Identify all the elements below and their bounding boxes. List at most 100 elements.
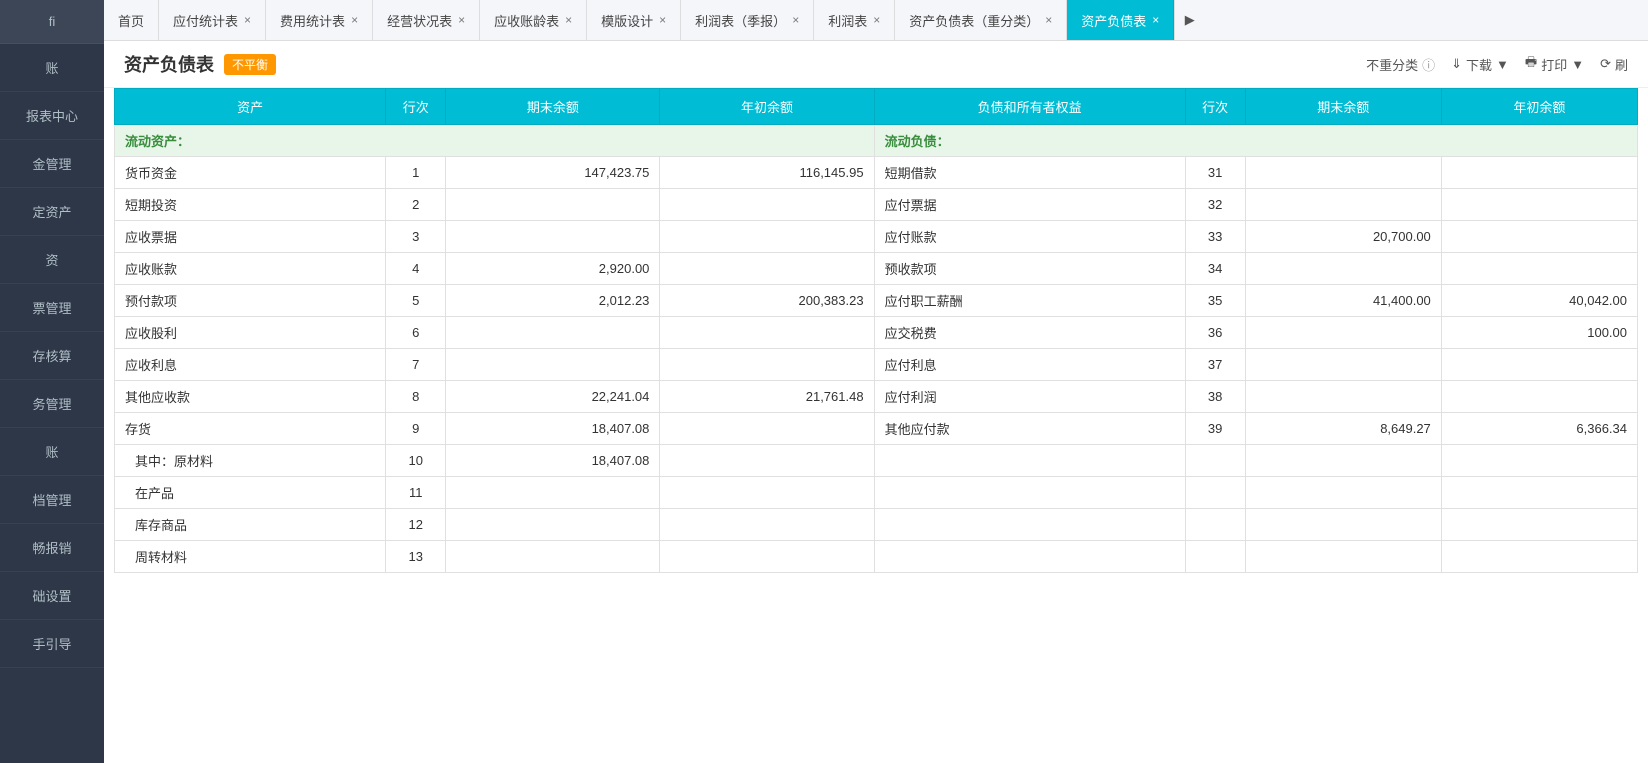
close-tab-balance[interactable]: × [1152, 13, 1159, 27]
row-number: 5 [386, 285, 446, 317]
end-balance: 147,423.75 [446, 157, 660, 189]
asset-name: 货币资金 [115, 157, 386, 189]
end-balance2 [1245, 541, 1441, 573]
close-tab-operations[interactable]: × [458, 13, 465, 27]
refresh-button[interactable]: ⟳ 刷 [1600, 55, 1628, 74]
table-row[interactable]: 短期投资 2 应付票据 32 [115, 189, 1638, 221]
table-row[interactable]: 其中：原材料 10 18,407.08 [115, 445, 1638, 477]
download-button[interactable]: ⇓ 下载 ▼ [1451, 55, 1509, 74]
table-row[interactable]: 库存商品 12 [115, 509, 1638, 541]
sidebar-item-guide[interactable]: 手引导 [0, 620, 104, 668]
balance-sheet-table: 资产 行次 期末余额 年初余额 负债和所有者权益 行次 期末余额 年初余额 流动… [114, 88, 1638, 573]
year-start-balance2 [1441, 541, 1637, 573]
end-balance2 [1245, 253, 1441, 285]
print-button[interactable]: 🖶 打印 ▼ [1525, 53, 1584, 75]
end-balance [446, 477, 660, 509]
table-row[interactable]: 应收票据 3 应付账款 33 20,700.00 [115, 221, 1638, 253]
col-end-balance: 期末余额 [446, 89, 660, 125]
year-start-balance2 [1441, 381, 1637, 413]
sidebar-item-fixed-assets[interactable]: 定资产 [0, 188, 104, 236]
tab-profit[interactable]: 利润表 × [814, 0, 895, 40]
table-row[interactable]: 存货 9 18,407.08 其他应付款 39 8,649.27 6,366.3… [115, 413, 1638, 445]
end-balance2: 41,400.00 [1245, 285, 1441, 317]
table-row[interactable]: 应收股利 6 应交税费 36 100.00 [115, 317, 1638, 349]
table-row[interactable]: 周转材料 13 [115, 541, 1638, 573]
year-start-balance2: 100.00 [1441, 317, 1637, 349]
table-row[interactable]: 其他应收款 8 22,241.04 21,761.48 应付利润 38 [115, 381, 1638, 413]
end-balance2 [1245, 381, 1441, 413]
row-number: 13 [386, 541, 446, 573]
table-row[interactable]: 货币资金 1 147,423.75 116,145.95 短期借款 31 [115, 157, 1638, 189]
sidebar-item-fund-mgmt[interactable]: 金管理 [0, 140, 104, 188]
liability-name [874, 509, 1185, 541]
year-start-balance2 [1441, 477, 1637, 509]
end-balance [446, 189, 660, 221]
row-number2 [1185, 477, 1245, 509]
sidebar-item-fi[interactable]: fi [0, 0, 104, 44]
row-number2: 33 [1185, 221, 1245, 253]
end-balance2 [1245, 477, 1441, 509]
tab-bar: 首页 应付统计表 × 费用统计表 × 经营状况表 × 应收账龄表 × 模版设计 … [104, 0, 1648, 41]
sidebar-item-tax-mgmt[interactable]: 务管理 [0, 380, 104, 428]
col-liability-equity: 负债和所有者权益 [874, 89, 1185, 125]
tab-balance[interactable]: 资产负债表 × [1067, 0, 1174, 40]
year-start-balance [660, 413, 874, 445]
close-tab-profit[interactable]: × [873, 13, 880, 27]
liability-name: 应交税费 [874, 317, 1185, 349]
table-row[interactable]: 应收账款 4 2,920.00 预收款项 34 [115, 253, 1638, 285]
help-icon[interactable]: ⓘ [1422, 55, 1435, 74]
asset-name: 应收利息 [115, 349, 386, 381]
col-row-num: 行次 [386, 89, 446, 125]
close-tab-receivable-aging[interactable]: × [565, 13, 572, 27]
close-tab-payable-stats[interactable]: × [244, 13, 251, 27]
liability-name [874, 541, 1185, 573]
sidebar-item-account[interactable]: 账 [0, 44, 104, 92]
close-tab-expense-stats[interactable]: × [351, 13, 358, 27]
liability-name: 预收款项 [874, 253, 1185, 285]
tab-expense-stats[interactable]: 费用统计表 × [266, 0, 373, 40]
tab-receivable-aging[interactable]: 应收账龄表 × [480, 0, 587, 40]
tab-scroll-right[interactable]: ▶ [1174, 0, 1204, 40]
sidebar-item-bookkeeping[interactable]: 账 [0, 428, 104, 476]
table-row[interactable]: 预付款项 5 2,012.23 200,383.23 应付职工薪酬 35 41,… [115, 285, 1638, 317]
year-start-balance [660, 221, 874, 253]
tab-profit-quarterly[interactable]: 利润表（季报） × [681, 0, 814, 40]
asset-name: 在产品 [115, 477, 386, 509]
sidebar-item-expense[interactable]: 畅报销 [0, 524, 104, 572]
tab-balance-reclassify[interactable]: 资产负债表（重分类） × [895, 0, 1067, 40]
tab-home[interactable]: 首页 [104, 0, 159, 40]
table-row[interactable]: 在产品 11 [115, 477, 1638, 509]
end-balance: 22,241.04 [446, 381, 660, 413]
close-tab-balance-reclassify[interactable]: × [1045, 13, 1052, 27]
table-row[interactable]: 应收利息 7 应付利息 37 [115, 349, 1638, 381]
end-balance2 [1245, 349, 1441, 381]
row-number: 10 [386, 445, 446, 477]
year-start-balance: 116,145.95 [660, 157, 874, 189]
sidebar-item-basic-settings[interactable]: 础设置 [0, 572, 104, 620]
row-number2: 31 [1185, 157, 1245, 189]
sidebar-item-investment[interactable]: 资 [0, 236, 104, 284]
sidebar-item-archive-mgmt[interactable]: 档管理 [0, 476, 104, 524]
row-number: 9 [386, 413, 446, 445]
end-balance: 2,012.23 [446, 285, 660, 317]
tab-operations[interactable]: 经营状况表 × [373, 0, 480, 40]
year-start-balance [660, 349, 874, 381]
sidebar-item-report-center[interactable]: 报表中心 [0, 92, 104, 140]
sidebar-item-inventory[interactable]: 存核算 [0, 332, 104, 380]
row-number: 6 [386, 317, 446, 349]
end-balance2 [1245, 445, 1441, 477]
unbalanced-badge: 不平衡 [224, 54, 276, 75]
row-number: 2 [386, 189, 446, 221]
close-tab-profit-quarterly[interactable]: × [792, 13, 799, 27]
liability-name [874, 445, 1185, 477]
sidebar-item-ticket-mgmt[interactable]: 票管理 [0, 284, 104, 332]
end-balance: 18,407.08 [446, 413, 660, 445]
tab-template-design[interactable]: 模版设计 × [587, 0, 681, 40]
end-balance: 18,407.08 [446, 445, 660, 477]
no-reclassify-toggle[interactable]: 不重分类 ⓘ [1366, 55, 1435, 74]
close-tab-template-design[interactable]: × [659, 13, 666, 27]
row-number: 3 [386, 221, 446, 253]
tab-payable-stats[interactable]: 应付统计表 × [159, 0, 266, 40]
row-number2: 36 [1185, 317, 1245, 349]
year-start-balance: 200,383.23 [660, 285, 874, 317]
